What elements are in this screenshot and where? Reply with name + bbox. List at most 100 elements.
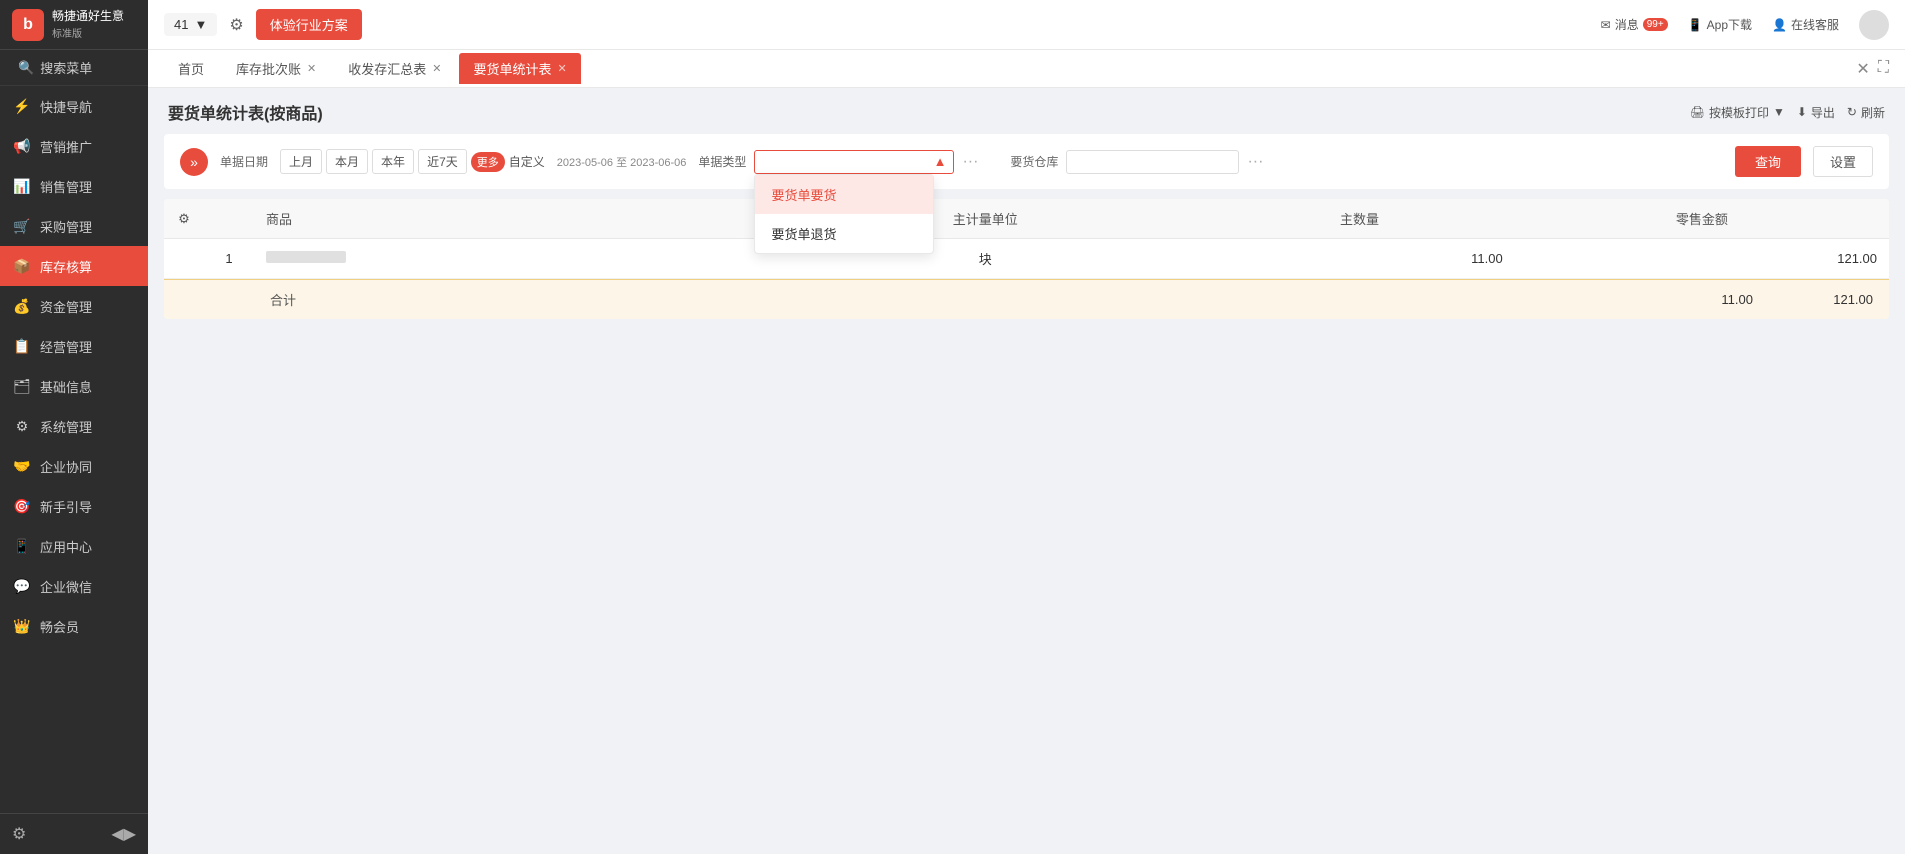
online-service-button[interactable]: 👤 在线客服 (1772, 16, 1839, 33)
tab-collect-summary-label: 收发存汇总表 (348, 59, 426, 78)
sidebar-item-wechat[interactable]: 💬 企业微信 (0, 566, 148, 606)
tab-inventory-batch-close[interactable]: ✕ (307, 62, 316, 75)
table-row: 1 块 11.00 121.00 (164, 239, 1889, 279)
print-expand-icon: ▼ (1773, 105, 1785, 119)
sidebar-item-appstore[interactable]: 📱 应用中心 (0, 526, 148, 566)
export-label: 导出 (1811, 104, 1835, 121)
column-settings-icon[interactable]: ⚙ (178, 211, 190, 226)
tab-order-summary[interactable]: 要货单统计表 ✕ (459, 53, 580, 84)
tab-close-all-icon[interactable]: ✕ (1856, 59, 1869, 79)
date-this-month-btn[interactable]: 本月 (326, 149, 368, 174)
sidebar-label-quick-nav: 快捷导航 (40, 97, 92, 116)
row-seq-cell: 1 (204, 239, 254, 279)
sidebar-item-guide[interactable]: 🎯 新手引导 (0, 486, 148, 526)
dropdown-item-order-goods[interactable]: 要货单要货 (755, 175, 933, 214)
date-more-badge[interactable]: 更多 (471, 152, 505, 172)
sidebar-label-guide: 新手引导 (40, 497, 92, 516)
nav-icon-member: 👑 (12, 616, 32, 636)
sidebar-item-system[interactable]: ⚙ 系统管理 (0, 406, 148, 446)
header-right: ✉ 消息 99+ 📱 App下载 👤 在线客服 (1601, 10, 1889, 40)
sidebar-item-finance[interactable]: 💰 资金管理 (0, 286, 148, 326)
warehouse-filter-section: 要货仓库 ··· (1010, 150, 1263, 174)
sidebar-item-inventory[interactable]: 📦 库存核算 (0, 246, 148, 286)
export-button[interactable]: ⬇ 导出 (1797, 104, 1835, 121)
date-last-7-btn[interactable]: 近7天 (418, 149, 467, 174)
sidebar-collapse-icon[interactable]: ◀▶ (111, 824, 136, 844)
app-download-button[interactable]: 📱 App下载 (1688, 16, 1752, 33)
sidebar-item-marketing[interactable]: 📢 营销推广 (0, 126, 148, 166)
sidebar-item-sales[interactable]: 📊 销售管理 (0, 166, 148, 206)
dropdown-item-order-return[interactable]: 要货单退货 (755, 214, 933, 253)
app-name: 畅捷通好生意 (52, 9, 124, 25)
sidebar-label-wechat: 企业微信 (40, 577, 92, 596)
nav-icon-appstore: 📱 (12, 536, 32, 556)
header-left: 41 ▼ ⚙ 体验行业方案 (164, 9, 362, 40)
page-title: 要货单统计表(按商品) (168, 100, 323, 124)
type-more-dots[interactable]: ··· (962, 153, 978, 171)
export-icon: ⬇ (1797, 105, 1807, 119)
sidebar-item-operations[interactable]: 📋 经营管理 (0, 326, 148, 366)
tenant-selector[interactable]: 41 ▼ (164, 13, 217, 36)
table-header-product: 商品 (254, 199, 766, 239)
message-button[interactable]: ✉ 消息 99+ (1601, 16, 1668, 33)
tab-collect-summary-close[interactable]: ✕ (432, 62, 441, 75)
header-settings-icon[interactable]: ⚙ (229, 15, 243, 35)
sidebar-label-sales: 销售管理 (40, 177, 92, 196)
warehouse-filter-input[interactable] (1066, 150, 1239, 174)
product-placeholder (266, 251, 346, 263)
date-this-year-btn[interactable]: 本年 (372, 149, 414, 174)
search-menu-label: 搜索菜单 (40, 58, 92, 77)
sidebar-item-purchase[interactable]: 🛒 采购管理 (0, 206, 148, 246)
sidebar-settings-icon[interactable]: ⚙ (12, 824, 26, 844)
footer-quantity: 11.00 (1653, 292, 1753, 307)
footer-label: 合计 (270, 290, 1533, 309)
tab-collect-summary[interactable]: 收发存汇总表 ✕ (334, 53, 455, 84)
nav-icon-wechat: 💬 (12, 576, 32, 596)
tab-order-summary-close[interactable]: ✕ (558, 62, 567, 75)
date-custom-btn[interactable]: 自定义 (509, 153, 545, 170)
tab-home-label: 首页 (178, 59, 204, 78)
filter-bar: » 单据日期 上月 本月 本年 近7天 更多 自定义 2023-05-06 至 … (164, 134, 1889, 189)
table-header-quantity: 主数量 (1204, 199, 1514, 239)
date-filter-label: 单据日期 (220, 153, 268, 170)
app-download-label: App下载 (1707, 16, 1752, 33)
tenant-dropdown-icon: ▼ (194, 17, 207, 32)
tab-inventory-batch[interactable]: 库存批次账 ✕ (222, 53, 330, 84)
type-dropdown-menu: 要货单要货 要货单退货 (754, 174, 934, 254)
table-header-settings[interactable]: ⚙ (164, 199, 204, 239)
refresh-label: 刷新 (1861, 104, 1885, 121)
trial-button[interactable]: 体验行业方案 (256, 9, 362, 40)
table-header-seq (204, 199, 254, 239)
sidebar-item-base[interactable]: 🗂 基础信息 (0, 366, 148, 406)
message-label: 消息 (1615, 16, 1639, 33)
filter-expand-button[interactable]: » (180, 148, 208, 176)
sidebar-label-operations: 经营管理 (40, 337, 92, 356)
logo-icon: b (12, 9, 44, 41)
table-container: ⚙ 商品 主计量单位 主数量 零售金额 1 (164, 199, 1889, 279)
sidebar-item-member[interactable]: 👑 畅会员 (0, 606, 148, 646)
sidebar-item-quick-nav[interactable]: ⚡ 快捷导航 (0, 86, 148, 126)
tab-expand-icon[interactable]: ⛶ (1878, 59, 1889, 79)
type-filter-input[interactable] (754, 150, 954, 174)
nav-icon-sales: 📊 (12, 176, 32, 196)
sidebar-item-cooperation[interactable]: 🤝 企业协同 (0, 446, 148, 486)
nav-icon-purchase: 🛒 (12, 216, 32, 236)
settings-button[interactable]: 设置 (1813, 146, 1873, 177)
footer-amount: 121.00 (1773, 292, 1873, 307)
search-menu-button[interactable]: 🔍 搜索菜单 (0, 50, 148, 86)
user-avatar[interactable] (1859, 10, 1889, 40)
print-button[interactable]: 🖨 按模板打印 ▼ (1690, 104, 1785, 121)
sidebar: b 畅捷通好生意 标准版 🔍 搜索菜单 ⚡ 快捷导航 📢 营销推广 📊 销售管理… (0, 0, 148, 854)
sidebar-label-appstore: 应用中心 (40, 537, 92, 556)
warehouse-more-dots[interactable]: ··· (1247, 153, 1263, 171)
date-last-month-btn[interactable]: 上月 (280, 149, 322, 174)
refresh-button[interactable]: ↻ 刷新 (1847, 104, 1885, 121)
tab-home[interactable]: 首页 (164, 53, 218, 84)
type-filter-wrapper: ▲ 要货单要货 要货单退货 (754, 150, 954, 174)
sidebar-label-system: 系统管理 (40, 417, 92, 436)
search-button[interactable]: 查询 (1735, 146, 1801, 177)
sidebar-label-member: 畅会员 (40, 617, 79, 636)
sidebar-nav: ⚡ 快捷导航 📢 营销推广 📊 销售管理 🛒 采购管理 📦 库存核算 💰 资金管… (0, 86, 148, 813)
service-label: 在线客服 (1791, 16, 1839, 33)
nav-icon-guide: 🎯 (12, 496, 32, 516)
